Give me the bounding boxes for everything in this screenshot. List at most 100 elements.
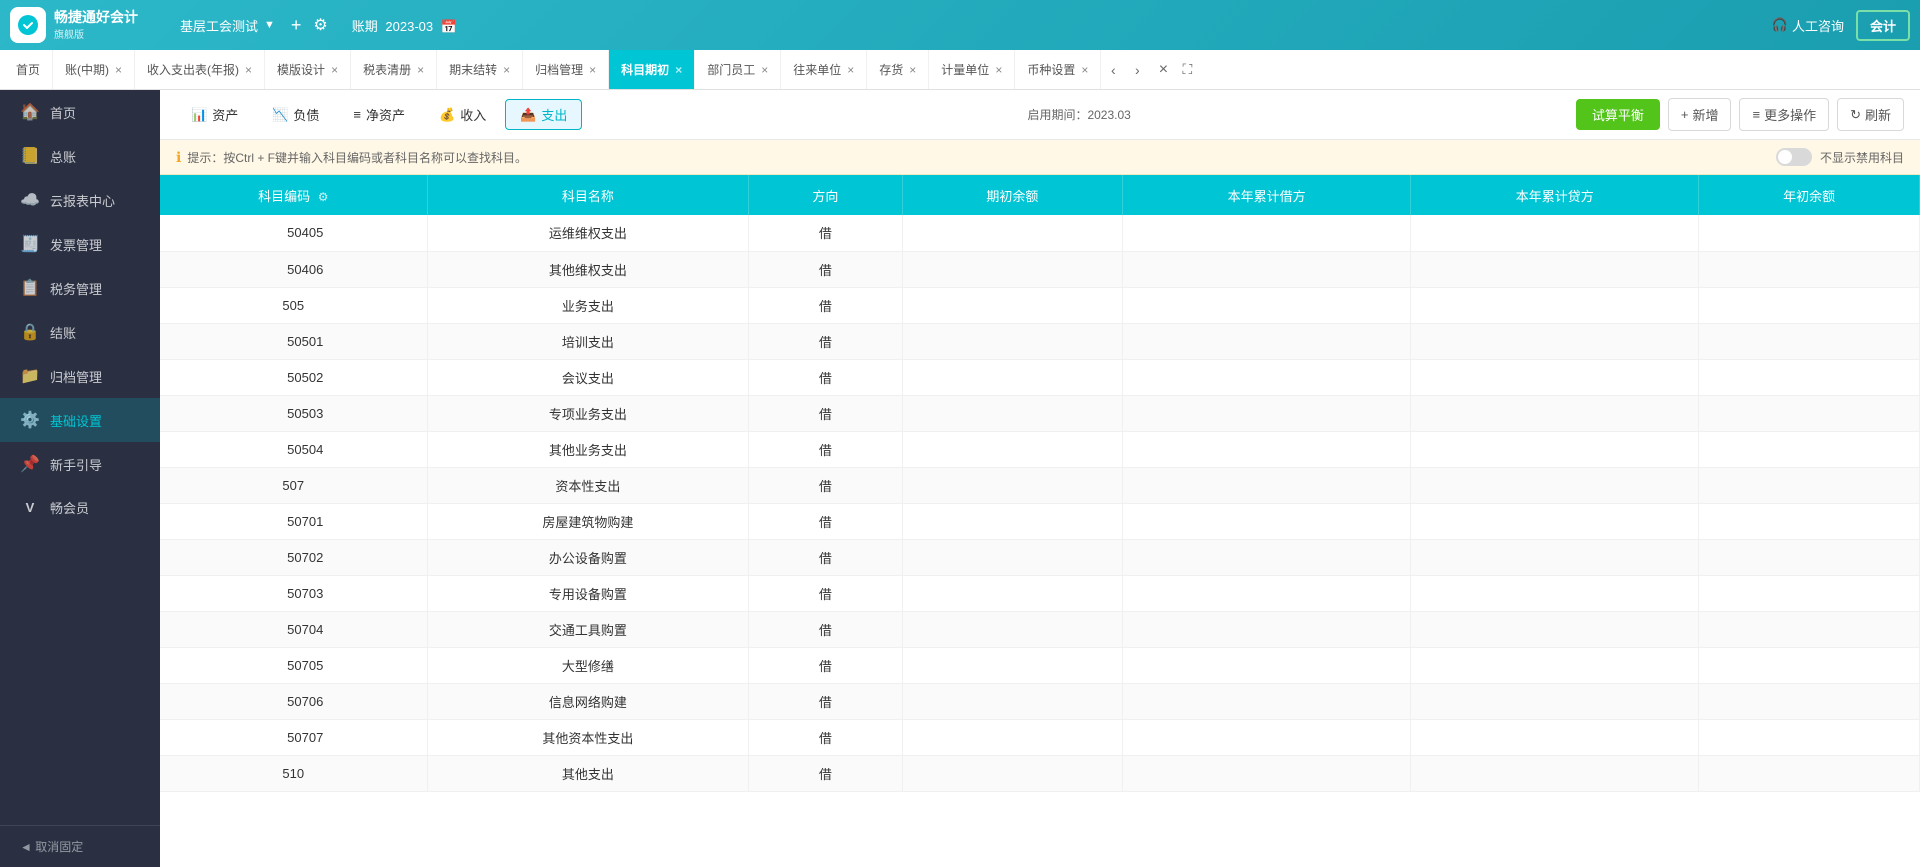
company-selector[interactable]: 基层工会测试 ▼ <box>180 16 275 35</box>
tab-template[interactable]: 模版设计 × <box>265 50 351 90</box>
sub-tab-income[interactable]: 💰 收入 <box>424 99 501 130</box>
sidebar-close-label: 结账 <box>50 323 76 342</box>
cell-ytd-credit <box>1411 575 1699 611</box>
cell-name: 大型修缮 <box>427 647 749 683</box>
disable-toggle[interactable] <box>1776 148 1812 166</box>
cell-code: 510 <box>160 755 427 791</box>
tab-period[interactable]: 期末结转 × <box>437 50 523 90</box>
table-row[interactable]: 50702办公设备购置借 <box>160 539 1920 575</box>
calendar-icon[interactable]: 📅 <box>441 19 457 34</box>
table-row[interactable]: 50707其他资本性支出借 <box>160 719 1920 755</box>
sub-tab-expense-label: 支出 <box>541 105 567 124</box>
table-row[interactable]: 50502会议支出借 <box>160 359 1920 395</box>
sub-tab-income-label: 收入 <box>460 105 486 124</box>
cell-code: 50703 <box>160 575 427 611</box>
table-row[interactable]: 507资本性支出借 <box>160 467 1920 503</box>
sidebar-item-home[interactable]: 🏠 首页 <box>0 90 160 134</box>
table-body: 50405运维维权支出借50406其他维权支出借505业务支出借50501培训支… <box>160 215 1920 791</box>
tab-period-close[interactable]: × <box>503 63 510 77</box>
cell-ytd-debit <box>1123 683 1411 719</box>
add-company-button[interactable]: + <box>291 15 302 36</box>
tab-nav-prev[interactable]: ‹ <box>1101 50 1125 90</box>
sidebar-item-settings[interactable]: ⚙️ 基础设置 <box>0 398 160 442</box>
tab-contact-close[interactable]: × <box>847 63 854 77</box>
more-icon: ≡ <box>1752 107 1760 122</box>
tab-inventory[interactable]: 存货 × <box>867 50 929 90</box>
tab-tax-close[interactable]: × <box>417 63 424 77</box>
sub-tab-expense[interactable]: 📤 支出 <box>505 99 582 130</box>
tab-contact[interactable]: 往来单位 × <box>781 50 867 90</box>
tab-nav-next[interactable]: › <box>1125 50 1149 90</box>
tab-close-all-button[interactable]: × <box>1151 50 1175 90</box>
sidebar-item-invoice[interactable]: 🧾 发票管理 <box>0 222 160 266</box>
gear-icon[interactable]: ⚙ <box>318 190 329 204</box>
sidebar-item-member[interactable]: V 畅会员 <box>0 486 160 529</box>
table-row[interactable]: 50503专项业务支出借 <box>160 395 1920 431</box>
help-label: 人工咨询 <box>1792 16 1844 35</box>
tab-tax[interactable]: 税表清册 × <box>351 50 437 90</box>
table-row[interactable]: 50501培训支出借 <box>160 323 1920 359</box>
cell-opening-balance <box>902 251 1123 287</box>
cell-ytd-debit <box>1123 647 1411 683</box>
sub-tab-net-asset[interactable]: ≡ 净资产 <box>338 99 420 130</box>
tab-inventory-close[interactable]: × <box>909 63 916 77</box>
tab-home-label: 首页 <box>16 61 40 78</box>
table-row[interactable]: 50504其他业务支出借 <box>160 431 1920 467</box>
cell-direction: 借 <box>749 719 902 755</box>
balance-button[interactable]: 试算平衡 <box>1576 99 1660 130</box>
table-row[interactable]: 50706信息网络购建借 <box>160 683 1920 719</box>
sidebar-item-reports[interactable]: ☁️ 云报表中心 <box>0 178 160 222</box>
settings-icon[interactable]: ⚙ <box>313 15 327 35</box>
sidebar-collapse-button[interactable]: ◄ 取消固定 <box>0 825 160 867</box>
tab-subject-init[interactable]: 科目期初 × <box>609 50 695 90</box>
cell-name: 办公设备购置 <box>427 539 749 575</box>
period-area: 账期 2023-03 📅 <box>348 16 457 35</box>
cell-year-opening <box>1699 251 1920 287</box>
tab-ledger[interactable]: 账(中期) × <box>53 50 135 90</box>
tab-dept-close[interactable]: × <box>761 63 768 77</box>
sidebar-item-close[interactable]: 🔒 结账 <box>0 310 160 354</box>
tab-currency-close[interactable]: × <box>1081 63 1088 77</box>
tab-income-close[interactable]: × <box>245 63 252 77</box>
tab-unit-close[interactable]: × <box>995 63 1002 77</box>
table-row[interactable]: 50406其他维权支出借 <box>160 251 1920 287</box>
tab-archive[interactable]: 归档管理 × <box>523 50 609 90</box>
more-button[interactable]: ≡ 更多操作 <box>1739 98 1829 131</box>
tab-ledger-close[interactable]: × <box>115 63 122 77</box>
tab-income[interactable]: 收入支出表(年报) × <box>135 50 265 90</box>
table-row[interactable]: 505业务支出借 <box>160 287 1920 323</box>
cell-opening-balance <box>902 647 1123 683</box>
sidebar-item-archive[interactable]: 📁 归档管理 <box>0 354 160 398</box>
sidebar-item-guide[interactable]: 📌 新手引导 <box>0 442 160 486</box>
refresh-button[interactable]: ↻ 刷新 <box>1837 98 1904 131</box>
tab-subject-init-close[interactable]: × <box>675 63 682 77</box>
table-row[interactable]: 50705大型修缮借 <box>160 647 1920 683</box>
tab-template-close[interactable]: × <box>331 63 338 77</box>
cell-direction: 借 <box>749 683 902 719</box>
cell-ytd-debit <box>1123 359 1411 395</box>
cell-ytd-credit <box>1411 287 1699 323</box>
sub-tab-liability[interactable]: 📉 负债 <box>257 99 334 130</box>
table-row[interactable]: 510其他支出借 <box>160 755 1920 791</box>
tab-archive-close[interactable]: × <box>589 63 596 77</box>
table-row[interactable]: 50704交通工具购置借 <box>160 611 1920 647</box>
account-button[interactable]: 会计 <box>1856 10 1910 41</box>
tab-dept[interactable]: 部门员工 × <box>695 50 781 90</box>
sub-tab-asset[interactable]: 📊 资产 <box>176 99 253 130</box>
cell-code: 50701 <box>160 503 427 539</box>
cell-name: 交通工具购置 <box>427 611 749 647</box>
help-button[interactable]: 🎧 人工咨询 <box>1772 16 1844 35</box>
tab-home[interactable]: 首页 <box>4 50 53 90</box>
tab-unit[interactable]: 计量单位 × <box>929 50 1015 90</box>
tab-maximize-button[interactable]: ⛶ <box>1175 50 1199 90</box>
tab-currency[interactable]: 币种设置 × <box>1015 50 1101 90</box>
tab-inventory-label: 存货 <box>879 61 903 78</box>
table-row[interactable]: 50405运维维权支出借 <box>160 215 1920 251</box>
table-row[interactable]: 50701房屋建筑物购建借 <box>160 503 1920 539</box>
cell-ytd-credit <box>1411 323 1699 359</box>
cell-direction: 借 <box>749 539 902 575</box>
table-row[interactable]: 50703专用设备购置借 <box>160 575 1920 611</box>
sidebar-item-ledger[interactable]: 📒 总账 <box>0 134 160 178</box>
sidebar-item-tax[interactable]: 📋 税务管理 <box>0 266 160 310</box>
add-button[interactable]: + 新增 <box>1668 98 1732 131</box>
